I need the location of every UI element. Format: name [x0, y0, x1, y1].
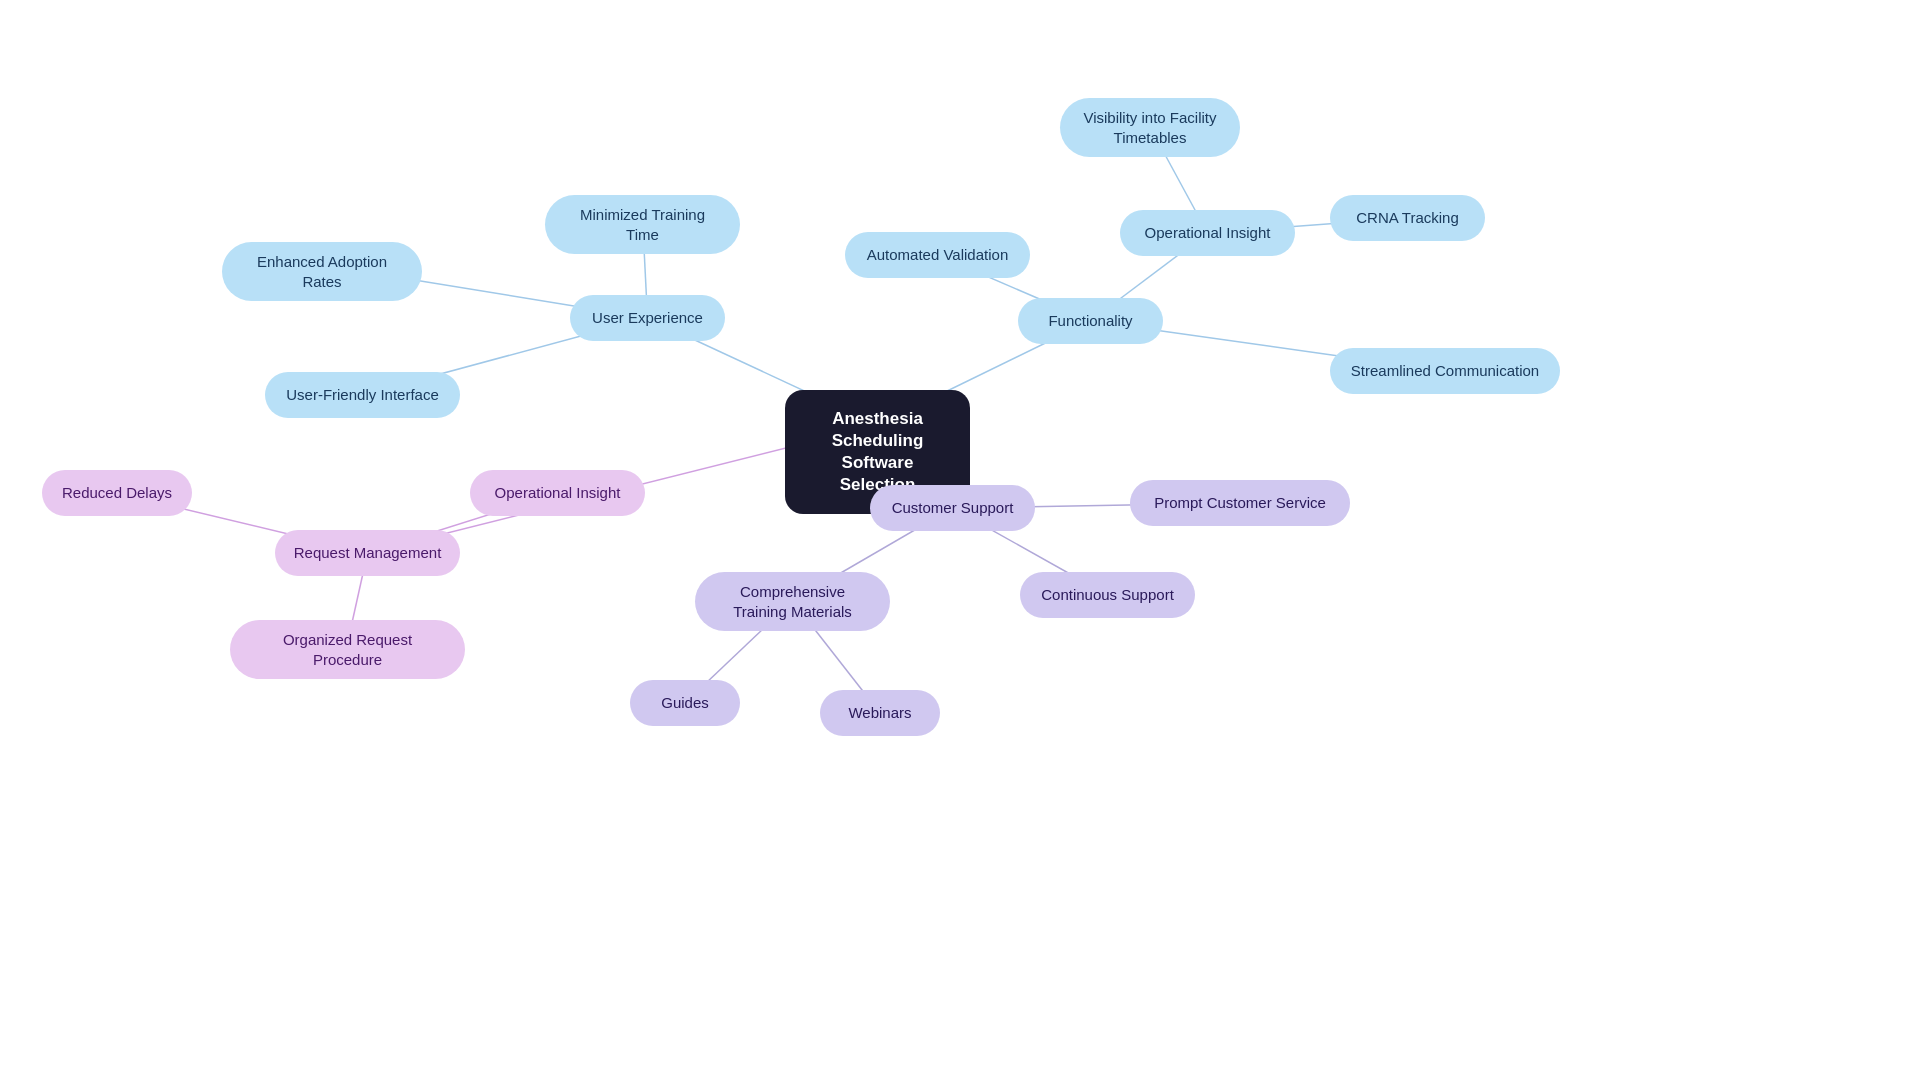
comprehensive_training-node: Comprehensive Training Materials: [695, 572, 890, 631]
request_management-node: Request Management: [275, 530, 460, 576]
guides-node: Guides: [630, 680, 740, 726]
reduced_delays-node: Reduced Delays: [42, 470, 192, 516]
functionality-node: Functionality: [1018, 298, 1163, 344]
prompt_customer-node: Prompt Customer Service: [1130, 480, 1350, 526]
visibility-node: Visibility into Facility Timetables: [1060, 98, 1240, 157]
continuous_support-node: Continuous Support: [1020, 572, 1195, 618]
crna_tracking-node: CRNA Tracking: [1330, 195, 1485, 241]
operational_insight_purple-node: Operational Insight: [470, 470, 645, 516]
minimized_training-node: Minimized Training Time: [545, 195, 740, 254]
customer_support-node: Customer Support: [870, 485, 1035, 531]
operational_insight_blue-node: Operational Insight: [1120, 210, 1295, 256]
automated_validation-node: Automated Validation: [845, 232, 1030, 278]
user_experience-node: User Experience: [570, 295, 725, 341]
streamlined_comm-node: Streamlined Communication: [1330, 348, 1560, 394]
webinars-node: Webinars: [820, 690, 940, 736]
user_friendly-node: User-Friendly Interface: [265, 372, 460, 418]
organized_request-node: Organized Request Procedure: [230, 620, 465, 679]
enhanced_adoption-node: Enhanced Adoption Rates: [222, 242, 422, 301]
